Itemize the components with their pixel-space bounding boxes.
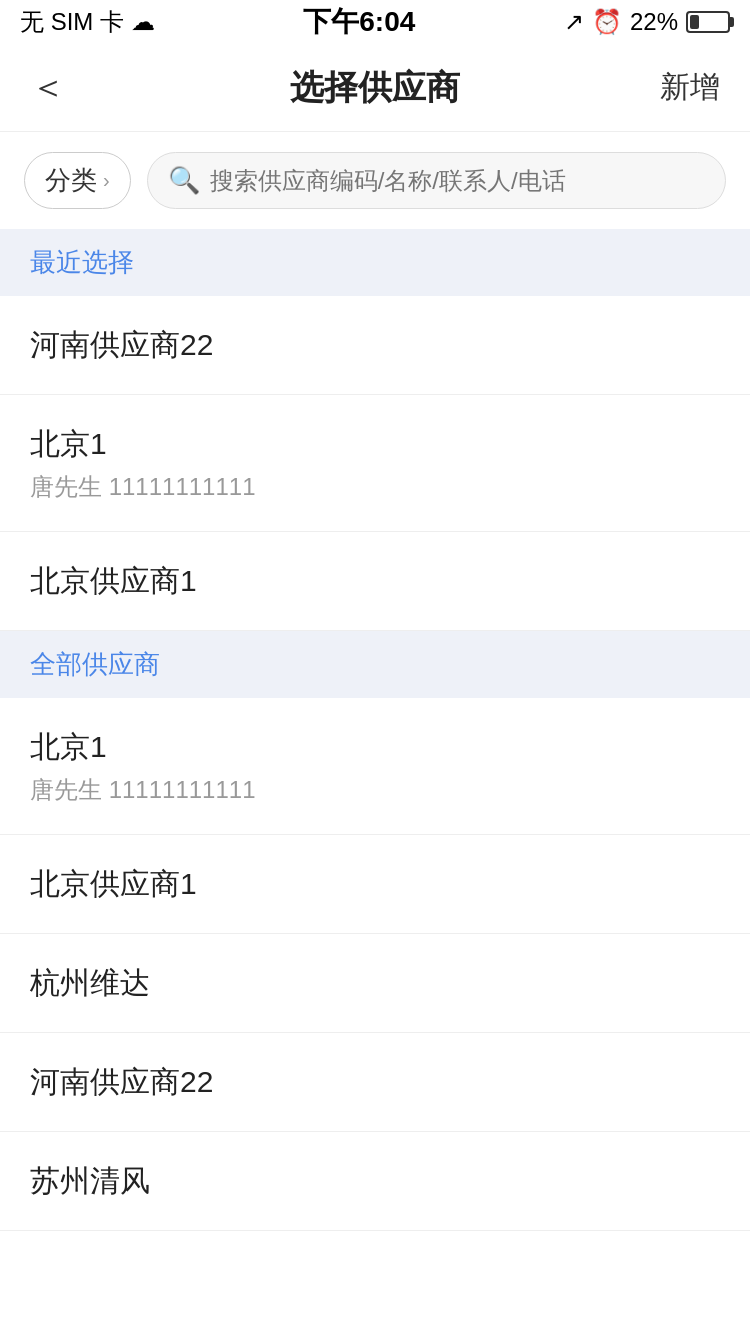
location-icon: ↗ — [564, 8, 584, 36]
nav-bar: ＜ 选择供应商 新增 — [0, 44, 750, 132]
list-item[interactable]: 苏州清风 — [0, 1132, 750, 1231]
status-right: ↗ ⏰ 22% — [564, 8, 730, 36]
list-item[interactable]: 河南供应商22 — [0, 1033, 750, 1132]
item-name: 北京1 — [30, 726, 720, 768]
list-item[interactable]: 北京供应商1 — [0, 835, 750, 934]
status-bar: 无 SIM 卡 ☁ 下午6:04 ↗ ⏰ 22% — [0, 0, 750, 44]
item-name: 北京供应商1 — [30, 560, 720, 602]
list-item[interactable]: 北京1 唐先生 11111111111 — [0, 698, 750, 835]
item-name: 河南供应商22 — [30, 324, 720, 366]
all-section-label: 全部供应商 — [30, 649, 160, 679]
item-sub: 唐先生 11111111111 — [30, 471, 720, 503]
recent-list: 河南供应商22 北京1 唐先生 11111111111 北京供应商1 — [0, 296, 750, 631]
item-sub: 唐先生 11111111111 — [30, 774, 720, 806]
search-icon: 🔍 — [168, 165, 200, 196]
back-button[interactable]: ＜ — [30, 63, 90, 112]
item-name: 河南供应商22 — [30, 1061, 720, 1103]
battery-percent: 22% — [630, 8, 678, 36]
list-item[interactable]: 河南供应商22 — [0, 296, 750, 395]
category-button[interactable]: 分类 › — [24, 152, 131, 209]
item-name: 北京1 — [30, 423, 720, 465]
all-list: 北京1 唐先生 11111111111 北京供应商1 杭州维达河南供应商22 苏州清风 — [0, 698, 750, 1231]
search-box[interactable]: 🔍 — [147, 152, 726, 209]
battery-icon — [686, 11, 730, 33]
alarm-icon: ⏰ — [592, 8, 622, 36]
item-name: 苏州清风 — [30, 1160, 720, 1202]
item-name: 杭州维达 — [30, 962, 720, 1004]
recent-section-header: 最近选择 — [0, 229, 750, 296]
page-title: 选择供应商 — [290, 65, 460, 111]
item-name: 北京供应商1 — [30, 863, 720, 905]
status-time: 下午6:04 — [303, 3, 415, 41]
search-input[interactable] — [210, 167, 705, 195]
chevron-right-icon: › — [103, 169, 110, 192]
add-button[interactable]: 新增 — [660, 67, 720, 108]
no-sim-label: 无 SIM 卡 ☁ — [20, 6, 155, 38]
recent-section-label: 最近选择 — [30, 247, 134, 277]
status-left: 无 SIM 卡 ☁ — [20, 6, 155, 38]
list-item[interactable]: 杭州维达 — [0, 934, 750, 1033]
list-item[interactable]: 北京供应商1 — [0, 532, 750, 631]
filter-bar: 分类 › 🔍 — [0, 132, 750, 229]
category-label: 分类 — [45, 163, 97, 198]
list-item[interactable]: 北京1 唐先生 11111111111 — [0, 395, 750, 532]
all-section-header: 全部供应商 — [0, 631, 750, 698]
